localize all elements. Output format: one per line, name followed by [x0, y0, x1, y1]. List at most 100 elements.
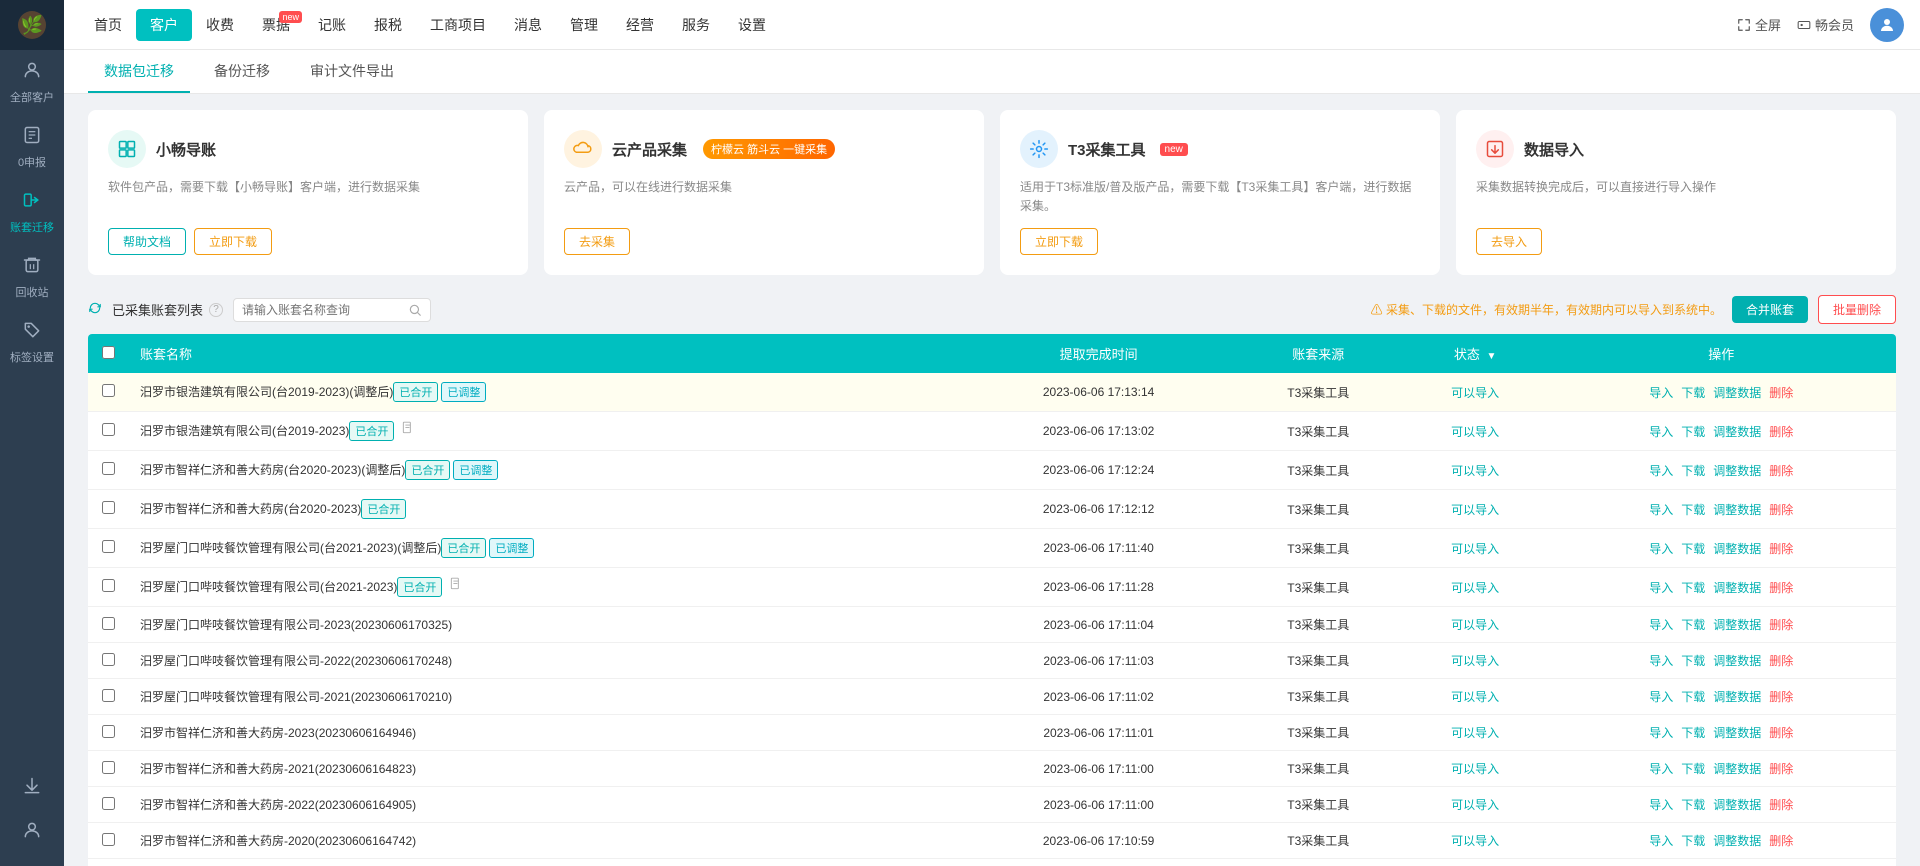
action-删除[interactable]: 删除 — [1769, 618, 1793, 632]
row-checkbox[interactable] — [102, 833, 115, 846]
sidebar-item-recycle[interactable]: 回收站 — [0, 245, 64, 310]
action-调整数据[interactable]: 调整数据 — [1713, 762, 1761, 776]
action-删除[interactable]: 删除 — [1769, 690, 1793, 704]
action-下载[interactable]: 下载 — [1681, 542, 1705, 556]
action-删除[interactable]: 删除 — [1769, 581, 1793, 595]
action-下载[interactable]: 下载 — [1681, 503, 1705, 517]
nav-client[interactable]: 客户 — [136, 9, 192, 41]
nav-billing[interactable]: 收费 — [192, 9, 248, 41]
help-doc-button[interactable]: 帮助文档 — [108, 228, 186, 255]
merge-btn[interactable]: 合并账套 — [1732, 296, 1808, 323]
action-导入[interactable]: 导入 — [1649, 386, 1673, 400]
go-import-button[interactable]: 去导入 — [1476, 228, 1542, 255]
sidebar-item-tag-settings[interactable]: 标签设置 — [0, 310, 64, 375]
action-导入[interactable]: 导入 — [1649, 425, 1673, 439]
action-调整数据[interactable]: 调整数据 — [1713, 581, 1761, 595]
row-checkbox[interactable] — [102, 653, 115, 666]
action-调整数据[interactable]: 调整数据 — [1713, 618, 1761, 632]
tab-data-migration[interactable]: 数据包迁移 — [88, 51, 190, 93]
action-下载[interactable]: 下载 — [1681, 834, 1705, 848]
row-checkbox[interactable] — [102, 689, 115, 702]
action-删除[interactable]: 删除 — [1769, 503, 1793, 517]
action-删除[interactable]: 删除 — [1769, 726, 1793, 740]
action-下载[interactable]: 下载 — [1681, 762, 1705, 776]
action-删除[interactable]: 删除 — [1769, 425, 1793, 439]
action-调整数据[interactable]: 调整数据 — [1713, 690, 1761, 704]
action-下载[interactable]: 下载 — [1681, 690, 1705, 704]
action-导入[interactable]: 导入 — [1649, 690, 1673, 704]
row-checkbox[interactable] — [102, 423, 115, 436]
sidebar-item-all-clients[interactable]: 全部客户 — [0, 50, 64, 115]
action-调整数据[interactable]: 调整数据 — [1713, 542, 1761, 556]
action-删除[interactable]: 删除 — [1769, 464, 1793, 478]
action-下载[interactable]: 下载 — [1681, 386, 1705, 400]
sidebar-item-download[interactable] — [0, 766, 64, 806]
nav-account[interactable]: 记账 — [304, 9, 360, 41]
action-调整数据[interactable]: 调整数据 — [1713, 798, 1761, 812]
search-input[interactable] — [242, 303, 402, 317]
action-删除[interactable]: 删除 — [1769, 654, 1793, 668]
nav-message[interactable]: 消息 — [500, 9, 556, 41]
refresh-icon[interactable] — [88, 301, 102, 318]
action-导入[interactable]: 导入 — [1649, 762, 1673, 776]
go-collect-button[interactable]: 去采集 — [564, 228, 630, 255]
row-checkbox[interactable] — [102, 761, 115, 774]
action-导入[interactable]: 导入 — [1649, 834, 1673, 848]
row-checkbox[interactable] — [102, 579, 115, 592]
action-导入[interactable]: 导入 — [1649, 581, 1673, 595]
action-导入[interactable]: 导入 — [1649, 503, 1673, 517]
col-check[interactable] — [88, 334, 128, 373]
search-box[interactable] — [233, 298, 431, 322]
nav-tax[interactable]: 报税 — [360, 9, 416, 41]
row-checkbox[interactable] — [102, 501, 115, 514]
tab-backup-migration[interactable]: 备份迁移 — [198, 51, 286, 93]
action-调整数据[interactable]: 调整数据 — [1713, 654, 1761, 668]
action-导入[interactable]: 导入 — [1649, 464, 1673, 478]
col-status[interactable]: 状态 ▼ — [1404, 334, 1547, 373]
action-调整数据[interactable]: 调整数据 — [1713, 726, 1761, 740]
nav-invoice[interactable]: 票据 new — [248, 9, 304, 41]
action-导入[interactable]: 导入 — [1649, 726, 1673, 740]
action-删除[interactable]: 删除 — [1769, 762, 1793, 776]
row-checkbox[interactable] — [102, 384, 115, 397]
nav-operation[interactable]: 经营 — [612, 9, 668, 41]
search-icon[interactable] — [408, 303, 422, 317]
action-导入[interactable]: 导入 — [1649, 798, 1673, 812]
download-now-button[interactable]: 立即下载 — [194, 228, 272, 255]
nav-manage[interactable]: 管理 — [556, 9, 612, 41]
action-导入[interactable]: 导入 — [1649, 542, 1673, 556]
user-avatar[interactable] — [1870, 8, 1904, 42]
tab-audit-export[interactable]: 审计文件导出 — [294, 51, 410, 93]
action-调整数据[interactable]: 调整数据 — [1713, 425, 1761, 439]
action-删除[interactable]: 删除 — [1769, 542, 1793, 556]
nav-settings[interactable]: 设置 — [724, 9, 780, 41]
row-checkbox[interactable] — [102, 797, 115, 810]
action-下载[interactable]: 下载 — [1681, 581, 1705, 595]
action-下载[interactable]: 下载 — [1681, 798, 1705, 812]
action-导入[interactable]: 导入 — [1649, 618, 1673, 632]
action-调整数据[interactable]: 调整数据 — [1713, 503, 1761, 517]
action-下载[interactable]: 下载 — [1681, 654, 1705, 668]
row-checkbox[interactable] — [102, 617, 115, 630]
batch-delete-btn[interactable]: 批量删除 — [1818, 295, 1896, 324]
action-导入[interactable]: 导入 — [1649, 654, 1673, 668]
nav-business[interactable]: 工商项目 — [416, 9, 500, 41]
action-删除[interactable]: 删除 — [1769, 386, 1793, 400]
row-checkbox[interactable] — [102, 725, 115, 738]
sidebar-item-user[interactable] — [0, 810, 64, 850]
action-下载[interactable]: 下载 — [1681, 425, 1705, 439]
select-all-checkbox[interactable] — [102, 346, 115, 359]
action-调整数据[interactable]: 调整数据 — [1713, 834, 1761, 848]
action-删除[interactable]: 删除 — [1769, 834, 1793, 848]
sidebar-item-zero-report[interactable]: 0申报 — [0, 115, 64, 180]
action-下载[interactable]: 下载 — [1681, 464, 1705, 478]
row-checkbox[interactable] — [102, 462, 115, 475]
nav-home[interactable]: 首页 — [80, 9, 136, 41]
row-checkbox[interactable] — [102, 540, 115, 553]
fullscreen-btn[interactable]: 全屏 — [1737, 15, 1781, 34]
t3-download-button[interactable]: 立即下载 — [1020, 228, 1098, 255]
action-调整数据[interactable]: 调整数据 — [1713, 386, 1761, 400]
action-下载[interactable]: 下载 — [1681, 618, 1705, 632]
action-删除[interactable]: 删除 — [1769, 798, 1793, 812]
member-btn[interactable]: 畅会员 — [1797, 15, 1854, 34]
